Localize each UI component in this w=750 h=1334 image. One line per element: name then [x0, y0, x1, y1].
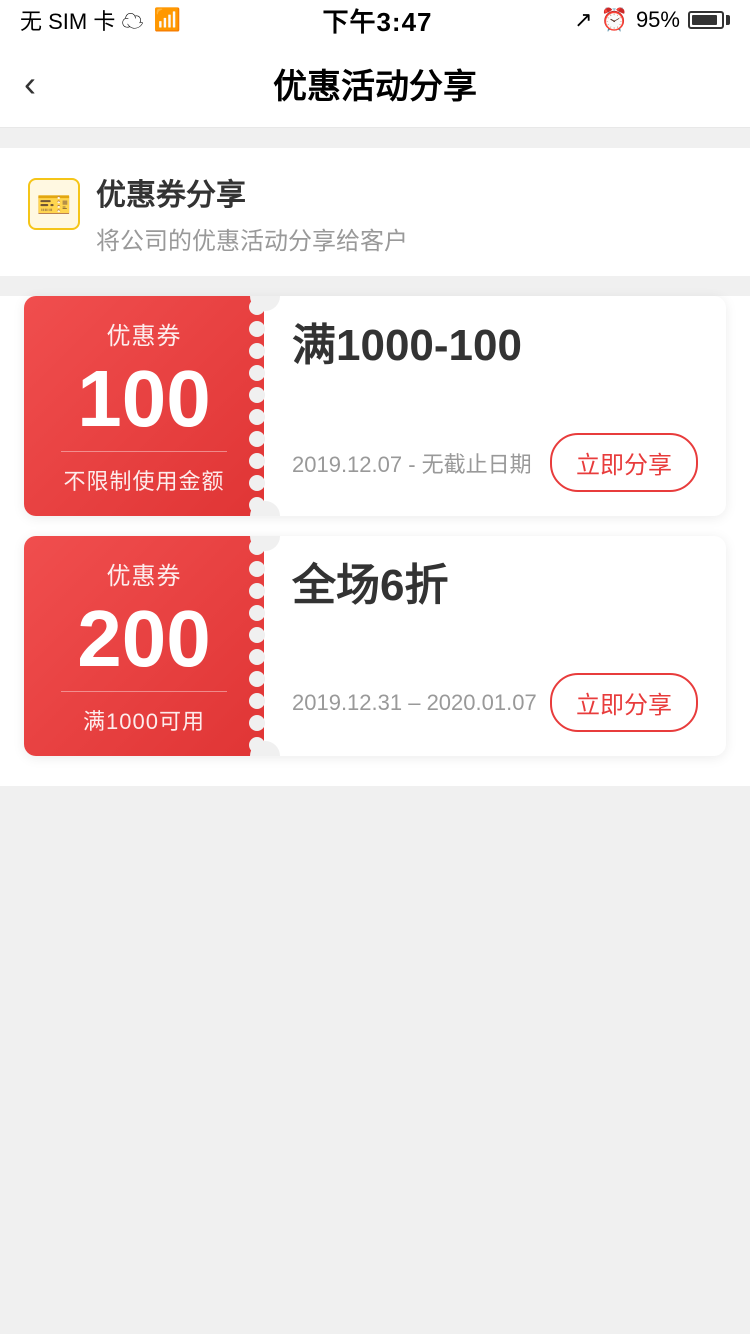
alarm-icon: ⏰: [601, 7, 628, 33]
location-icon: ↗: [574, 7, 592, 33]
status-bar: 无 SIM 卡 ☁ 📶 下午3:47 ↗ ⏰ 95%: [0, 0, 750, 40]
coupon-amount-2: 200: [77, 599, 210, 679]
section-title: 优惠券分享: [96, 176, 408, 215]
status-right: ↗ ⏰ 95%: [574, 7, 730, 33]
status-time: 下午3:47: [322, 2, 432, 39]
coupon-divider-1: [61, 451, 227, 452]
page-title: 优惠活动分享: [273, 59, 477, 108]
coupon-condition-2: 满1000可用: [83, 704, 205, 736]
coupon-left-2: 优惠券 200 满1000可用: [24, 536, 264, 756]
coupon-label-1: 优惠券: [107, 316, 182, 351]
bottom-area: [0, 786, 750, 1286]
coupon-card-1: 优惠券 100 不限制使用金额 满1000-100 2019.12.07 - 无…: [24, 296, 726, 516]
back-button[interactable]: ‹: [24, 63, 36, 105]
share-button-2[interactable]: 立即分享: [550, 673, 698, 732]
coupon-meta-1: 2019.12.07 - 无截止日期 立即分享: [292, 433, 698, 492]
coupon-name-2: 全场6折: [292, 560, 698, 613]
coupon-condition-1: 不限制使用金额: [63, 464, 224, 496]
coupon-name-1: 满1000-100: [292, 320, 698, 373]
coupon-card-2: 优惠券 200 满1000可用 全场6折 2019.12.31 – 2020.0…: [24, 536, 726, 756]
battery-icon: [688, 11, 730, 29]
serrated-edge-1: [249, 296, 265, 516]
coupon-date-2: 2019.12.31 – 2020.01.07: [292, 690, 550, 716]
coupon-amount-1: 100: [77, 359, 210, 439]
coupon-date-1: 2019.12.07 - 无截止日期: [292, 447, 550, 479]
battery-percent: 95%: [636, 7, 680, 33]
section-text: 优惠券分享 将公司的优惠活动分享给客户: [96, 176, 408, 256]
section-header: 🎫 优惠券分享 将公司的优惠活动分享给客户: [0, 148, 750, 276]
coupon-list: 优惠券 100 不限制使用金额 满1000-100 2019.12.07 - 无…: [0, 296, 750, 786]
share-button-1[interactable]: 立即分享: [550, 433, 698, 492]
coupon-right-2: 全场6折 2019.12.31 – 2020.01.07 立即分享: [264, 536, 726, 756]
status-left: 无 SIM 卡 ☁ 📶: [20, 4, 181, 36]
nav-bar: ‹ 优惠活动分享: [0, 40, 750, 128]
coupon-label-2: 优惠券: [107, 556, 182, 591]
coupon-right-1: 满1000-100 2019.12.07 - 无截止日期 立即分享: [264, 296, 726, 516]
section-subtitle: 将公司的优惠活动分享给客户: [96, 221, 408, 256]
coupon-left-1: 优惠券 100 不限制使用金额: [24, 296, 264, 516]
section-icon: 🎫: [28, 178, 80, 230]
coupon-meta-2: 2019.12.31 – 2020.01.07 立即分享: [292, 673, 698, 732]
wifi-icon: 📶: [153, 7, 180, 33]
coupon-divider-2: [61, 691, 227, 692]
sim-text: 无 SIM 卡 ☁: [20, 4, 143, 36]
serrated-edge-2: [249, 536, 265, 756]
